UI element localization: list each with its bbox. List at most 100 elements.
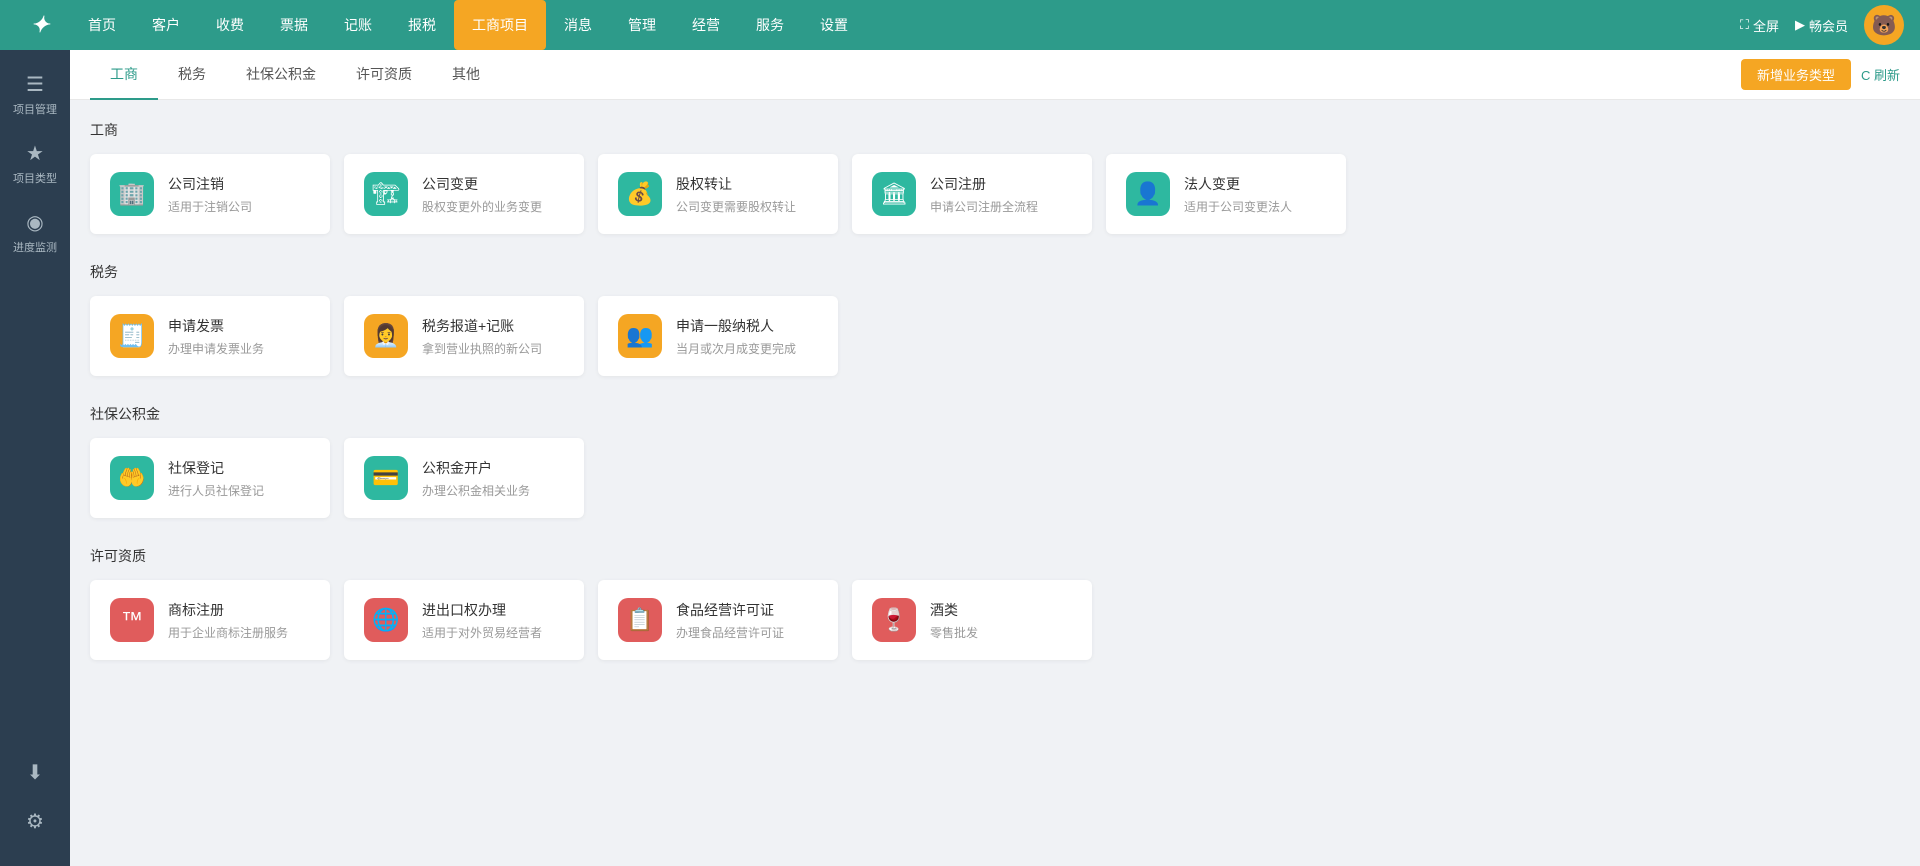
card-sw1[interactable]: 🧾申请发票办理申请发票业务	[90, 296, 330, 376]
nav-item-消息[interactable]: 消息	[546, 0, 610, 50]
card-info-sb1: 社保登记进行人员社保登记	[168, 458, 264, 499]
card-xk4[interactable]: 🍷酒类零售批发	[852, 580, 1092, 660]
card-title-sb1: 社保登记	[168, 458, 264, 478]
sidebar-bottom-item[interactable]: ⬇	[0, 748, 70, 797]
card-desc-gs2: 股权变更外的业务变更	[422, 198, 542, 215]
card-gs5[interactable]: 👤 法人变更适用于公司变更法人	[1106, 154, 1346, 234]
card-xk2[interactable]: 🌐进出口权办理适用于对外贸易经营者	[344, 580, 584, 660]
card-title-xk4: 酒类	[930, 600, 978, 620]
card-title-sb2: 公积金开户	[422, 458, 530, 478]
section-shuiwu: 税务🧾申请发票办理申请发票业务👩‍💼税务报道+记账拿到营业执照的新公司👥申请一般…	[90, 262, 1900, 376]
card-gs3[interactable]: 💰 股权转让公司变更需要股权转让	[598, 154, 838, 234]
nav-item-工商项目[interactable]: 工商项目	[454, 0, 546, 50]
main-content: 工商税务社保公积金许可资质其他 新增业务类型 C 刷新 工商 🏢 公司注销适用于注销…	[70, 50, 1920, 866]
section-title-shuiwu: 税务	[90, 262, 1900, 282]
card-gs2[interactable]: 🏗公司变更股权变更外的业务变更	[344, 154, 584, 234]
card-info-xk4: 酒类零售批发	[930, 600, 978, 641]
card-info-gs3: 股权转让公司变更需要股权转让	[676, 174, 796, 215]
nav-item-经营[interactable]: 经营	[674, 0, 738, 50]
nav-item-客户[interactable]: 客户	[134, 0, 198, 50]
tab-许可资质[interactable]: 许可资质	[336, 50, 432, 100]
sidebar-icon: ★	[26, 141, 44, 166]
card-icon-sb1: 🤲	[110, 456, 154, 500]
nav-item-记账[interactable]: 记账	[326, 0, 390, 50]
sidebar-icon: ☰	[26, 72, 44, 97]
nav-right-actions: ⛶ 全屏 ▶ 畅会员 🐻	[1740, 5, 1920, 45]
section-title-shebao: 社保公积金	[90, 404, 1900, 424]
card-title-sw2: 税务报道+记账	[422, 316, 542, 336]
refresh-button[interactable]: C 刷新	[1861, 65, 1900, 84]
fullscreen-button[interactable]: ⛶ 全屏	[1740, 16, 1779, 35]
card-info-xk3: 食品经营许可证办理食品经营许可证	[676, 600, 784, 641]
card-desc-gs5: 适用于公司变更法人	[1184, 198, 1292, 215]
card-xk1[interactable]: ™商标注册用于企业商标注册服务	[90, 580, 330, 660]
nav-item-设置[interactable]: 设置	[802, 0, 866, 50]
cards-grid-shuiwu: 🧾申请发票办理申请发票业务👩‍💼税务报道+记账拿到营业执照的新公司👥申请一般纳税…	[90, 296, 1900, 376]
cards-grid-xuke: ™商标注册用于企业商标注册服务🌐进出口权办理适用于对外贸易经营者 📋 食品经营许可证…	[90, 580, 1900, 660]
card-title-xk3: 食品经营许可证	[676, 600, 784, 620]
card-icon-gs4: 🏛	[872, 172, 916, 216]
section-title-xuke: 许可资质	[90, 546, 1900, 566]
nav-item-服务[interactable]: 服务	[738, 0, 802, 50]
avatar[interactable]: 🐻	[1864, 5, 1904, 45]
cards-grid-gongshang: 🏢 公司注销适用于注销公司 🏗公司变更股权变更外的业务变更 💰 股权转让公司变更需要股权…	[90, 154, 1900, 234]
card-sb2[interactable]: 💳公积金开户办理公积金相关业务	[344, 438, 584, 518]
card-desc-sb2: 办理公积金相关业务	[422, 482, 530, 499]
vip-button[interactable]: ▶ 畅会员	[1795, 16, 1848, 35]
card-desc-xk3: 办理食品经营许可证	[676, 624, 784, 641]
card-desc-sw2: 拿到营业执照的新公司	[422, 340, 542, 357]
card-info-sb2: 公积金开户办理公积金相关业务	[422, 458, 530, 499]
nav-item-管理[interactable]: 管理	[610, 0, 674, 50]
card-icon-sw3: 👥	[618, 314, 662, 358]
card-info-sw3: 申请一般纳税人当月或次月成变更完成	[676, 316, 796, 357]
card-gs4[interactable]: 🏛 公司注册申请公司注册全流程	[852, 154, 1092, 234]
left-sidebar: ☰项目管理★项目类型◉进度监测 ⬇⚙	[0, 50, 70, 866]
tab-actions: 新增业务类型 C 刷新	[1741, 59, 1900, 90]
sidebar-item-进度监测[interactable]: ◉进度监测	[0, 198, 70, 267]
card-desc-gs4: 申请公司注册全流程	[930, 198, 1038, 215]
card-icon-xk3: 📋	[618, 598, 662, 642]
tab-工商[interactable]: 工商	[90, 50, 158, 100]
tabs: 工商税务社保公积金许可资质其他	[90, 50, 1741, 100]
card-info-gs4: 公司注册申请公司注册全流程	[930, 174, 1038, 215]
nav-item-票据[interactable]: 票据	[262, 0, 326, 50]
sidebar-item-项目类型[interactable]: ★项目类型	[0, 129, 70, 198]
card-desc-sw1: 办理申请发票业务	[168, 340, 264, 357]
card-title-gs1: 公司注销	[168, 174, 252, 194]
tab-其他[interactable]: 其他	[432, 50, 500, 100]
card-sw2[interactable]: 👩‍💼税务报道+记账拿到营业执照的新公司	[344, 296, 584, 376]
nav-item-报税[interactable]: 报税	[390, 0, 454, 50]
nav-item-首页[interactable]: 首页	[70, 0, 134, 50]
card-icon-gs3: 💰	[618, 172, 662, 216]
top-navigation: ✦ 首页客户收费票据记账报税工商项目消息管理经营服务设置 ⛶ 全屏 ▶ 畅会员 …	[0, 0, 1920, 50]
card-icon-xk2: 🌐	[364, 598, 408, 642]
card-sw3[interactable]: 👥 申请一般纳税人当月或次月成变更完成	[598, 296, 838, 376]
card-desc-gs1: 适用于注销公司	[168, 198, 252, 215]
card-info-sw2: 税务报道+记账拿到营业执照的新公司	[422, 316, 542, 357]
nav-menu: 首页客户收费票据记账报税工商项目消息管理经营服务设置	[70, 0, 1740, 50]
card-desc-sw3: 当月或次月成变更完成	[676, 340, 796, 357]
tab-社保公积金[interactable]: 社保公积金	[226, 50, 336, 100]
card-info-xk1: 商标注册用于企业商标注册服务	[168, 600, 288, 641]
tab-bar: 工商税务社保公积金许可资质其他 新增业务类型 C 刷新	[70, 50, 1920, 100]
card-title-gs3: 股权转让	[676, 174, 796, 194]
card-icon-gs5: 👤	[1126, 172, 1170, 216]
card-gs1[interactable]: 🏢 公司注销适用于注销公司	[90, 154, 330, 234]
card-sb1[interactable]: 🤲 社保登记进行人员社保登记	[90, 438, 330, 518]
card-info-gs5: 法人变更适用于公司变更法人	[1184, 174, 1292, 215]
card-info-gs1: 公司注销适用于注销公司	[168, 174, 252, 215]
new-business-type-button[interactable]: 新增业务类型	[1741, 59, 1851, 90]
sidebar-icon: ◉	[26, 210, 43, 235]
card-info-sw1: 申请发票办理申请发票业务	[168, 316, 264, 357]
sidebar-bottom-item[interactable]: ⚙	[0, 797, 70, 846]
card-icon-gs1: 🏢	[110, 172, 154, 216]
card-xk3[interactable]: 📋 食品经营许可证办理食品经营许可证	[598, 580, 838, 660]
tab-税务[interactable]: 税务	[158, 50, 226, 100]
sidebar-item-项目管理[interactable]: ☰项目管理	[0, 60, 70, 129]
content-area: 工商🏢公司注销适用于注销公司🏗公司变更股权变更外的业务变更💰股权转让公司变更需要…	[70, 100, 1920, 866]
card-title-sw1: 申请发票	[168, 316, 264, 336]
card-desc-gs3: 公司变更需要股权转让	[676, 198, 796, 215]
section-shebao: 社保公积金🤲社保登记进行人员社保登记💳公积金开户办理公积金相关业务	[90, 404, 1900, 518]
nav-item-收费[interactable]: 收费	[198, 0, 262, 50]
card-title-gs5: 法人变更	[1184, 174, 1292, 194]
